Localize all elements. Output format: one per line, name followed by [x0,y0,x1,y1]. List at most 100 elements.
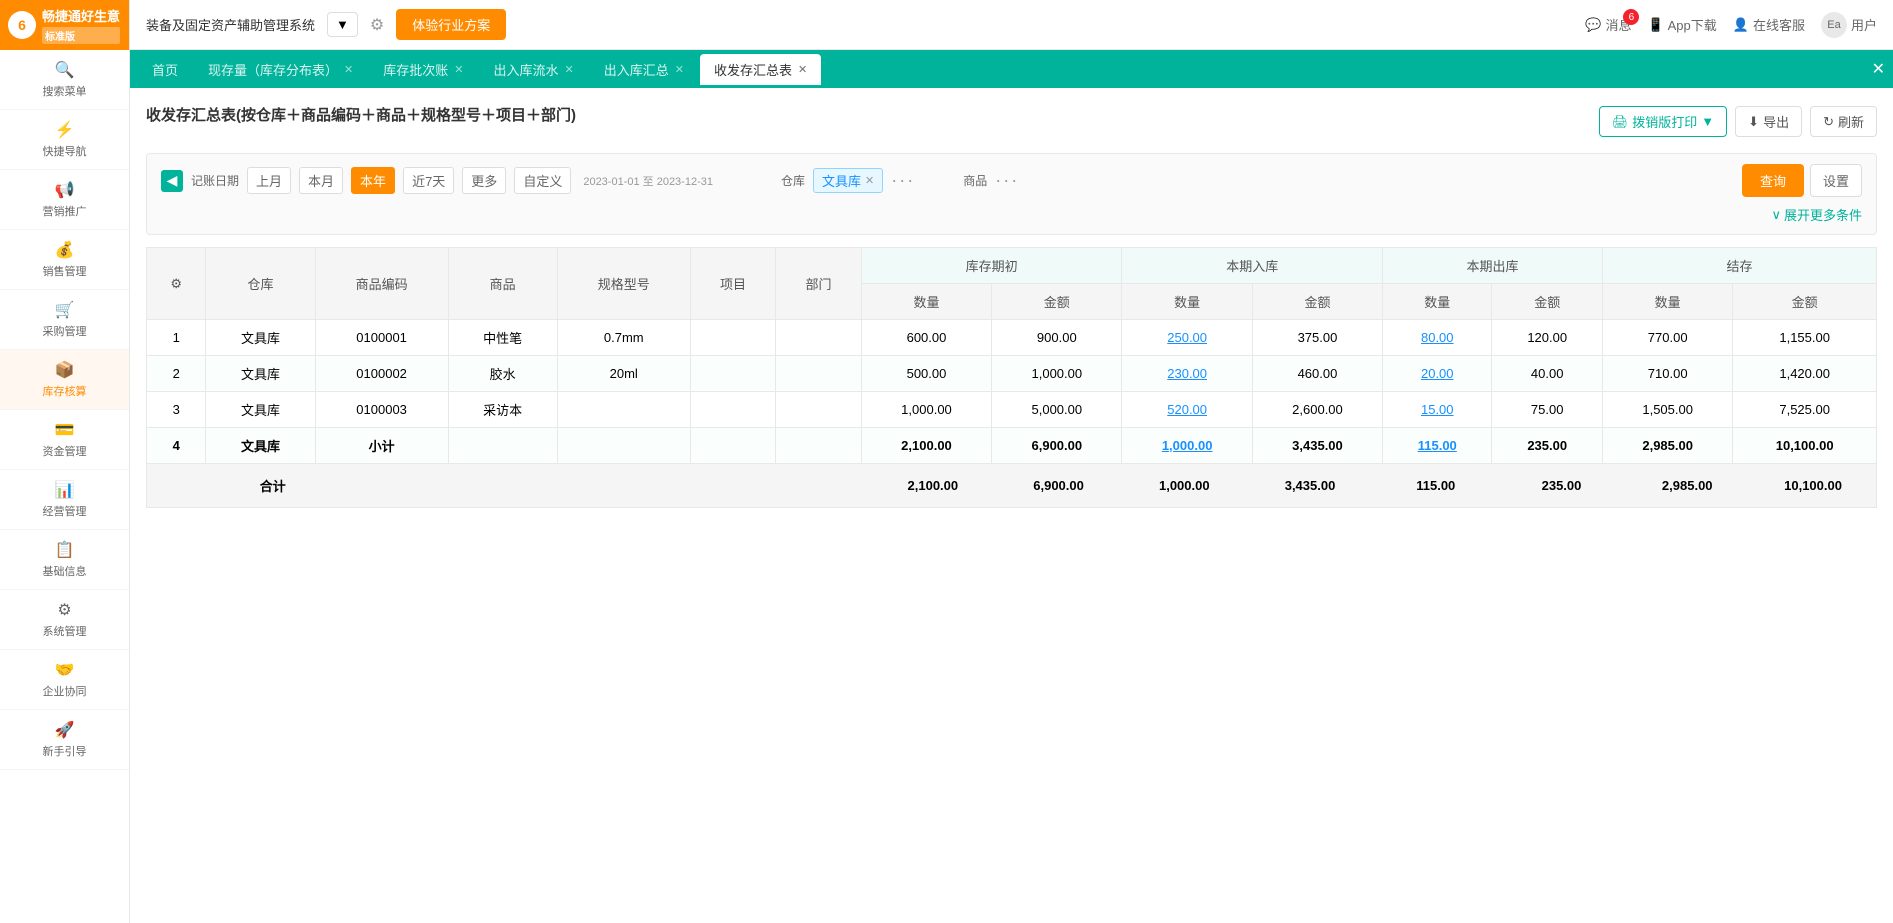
row2-in-amt: 460.00 [1252,356,1382,392]
app-download-label: App下载 [1668,15,1717,34]
date-range-display: 2023-01-01 至 2023-12-31 [583,173,713,189]
table-row: 2 文具库 0100002 胶水 20ml 500.00 1,000.00 23… [147,356,1877,392]
date-btn-7days[interactable]: 近7天 [403,167,454,194]
search-icon: 🔍 [55,60,75,80]
date-btn-custom[interactable]: 自定义 [514,167,571,194]
quicknav-icon: ⚡ [55,120,75,140]
app-download-item[interactable]: 📱 App下载 [1647,15,1716,34]
warehouse-tag-close[interactable]: ✕ [865,174,874,187]
tab-inventory-dist-close[interactable]: ✕ [344,63,353,76]
row3-out-qty[interactable]: 15.00 [1383,392,1492,428]
query-button[interactable]: 查询 [1742,164,1804,197]
sidebar-item-marketing[interactable]: 📢 营销推广 [0,170,129,230]
user-label: 用户 [1851,15,1877,34]
tab-inout-flow[interactable]: 出入库流水 ✕ [479,54,587,85]
refresh-button[interactable]: ↻ 刷新 [1810,106,1877,137]
sidebar-item-finance-label: 资金管理 [43,443,87,459]
sidebar-item-search[interactable]: 🔍 搜索菜单 [0,50,129,110]
marketing-icon: 📢 [55,180,75,200]
refresh-icon: ↻ [1823,114,1834,130]
sidebar-item-inventory[interactable]: 📦 库存核算 [0,350,129,410]
row2-out-qty[interactable]: 20.00 [1383,356,1492,392]
sidebar-item-quicknav[interactable]: ⚡ 快捷导航 [0,110,129,170]
sidebar-item-operation-label: 经营管理 [43,503,87,519]
subtotal-in-qty[interactable]: 1,000.00 [1122,428,1252,464]
chevron-down-expand-icon: ∨ [1771,207,1781,223]
gear-settings-icon[interactable]: ⚙ [370,15,384,35]
row3-index: 3 [147,392,206,428]
subtotal-label: 小计 [315,428,448,464]
row2-spec: 20ml [557,356,690,392]
warehouse-more-btn[interactable]: ··· [891,170,915,191]
tab-home-label: 首页 [152,60,178,79]
sidebar-item-search-label: 搜索菜单 [43,83,87,99]
tab-inout-summary[interactable]: 出入库汇总 ✕ [590,54,698,85]
tab-batch-account[interactable]: 库存批次账 ✕ [369,54,477,85]
sidebar-item-finance[interactable]: 💳 资金管理 [0,410,129,470]
date-btn-more[interactable]: 更多 [462,167,506,194]
row1-out-amt: 120.00 [1492,320,1603,356]
sidebar-item-guide[interactable]: 🚀 新手引导 [0,710,129,770]
tab-bar-close-btn[interactable]: ✕ [1872,59,1885,79]
tab-inout-summary-close[interactable]: ✕ [675,63,684,76]
message-icon: 💬 [1585,17,1601,33]
row3-in-amt: 2,600.00 [1252,392,1382,428]
filter-collapse-arrow[interactable]: ◀ [161,170,183,192]
service-icon: 👤 [1733,17,1749,33]
row1-opening-amt: 900.00 [992,320,1122,356]
tab-inout-flow-close[interactable]: ✕ [565,63,574,76]
sidebar-item-system[interactable]: ⚙ 系统管理 [0,590,129,650]
expand-conditions-btn[interactable]: ∨ 展开更多条件 [1771,205,1862,224]
date-filter-label: 记账日期 [191,172,239,189]
logo-tag: 标准版 [42,27,120,44]
date-btn-this-year[interactable]: 本年 [351,167,395,194]
tab-bar: 首页 现存量（库存分布表） ✕ 库存批次账 ✕ 出入库流水 ✕ 出入库汇总 ✕ … [130,50,1893,88]
setting-button[interactable]: 设置 [1810,164,1862,197]
th-name: 商品 [448,248,557,320]
system-select[interactable]: ▼ [327,12,358,37]
online-service-item[interactable]: 👤 在线客服 [1733,15,1805,34]
sidebar: 6 畅捷通好生意 标准版 🔍 搜索菜单 ⚡ 快捷导航 📢 营销推广 💰 销售管理… [0,0,130,923]
sidebar-nav: 🔍 搜索菜单 ⚡ 快捷导航 📢 营销推广 💰 销售管理 🛒 采购管理 📦 库存核… [0,50,129,923]
subtotal-index: 4 [147,428,206,464]
row2-code: 0100002 [315,356,448,392]
sidebar-item-operation[interactable]: 📊 经营管理 [0,470,129,530]
tab-batch-account-close[interactable]: ✕ [454,63,463,76]
th-gear[interactable]: ⚙ [147,248,206,320]
tab-stock-summary-close[interactable]: ✕ [798,63,807,76]
row2-in-qty[interactable]: 230.00 [1122,356,1252,392]
trial-button[interactable]: 体验行业方案 [396,9,506,40]
export-button[interactable]: ⬇ 导出 [1735,106,1802,137]
goods-filter-label: 商品 [963,172,987,189]
messages-item[interactable]: 💬 消息 6 [1585,15,1631,34]
date-btn-this-month[interactable]: 本月 [299,167,343,194]
row1-out-qty[interactable]: 80.00 [1383,320,1492,356]
tab-inventory-dist[interactable]: 现存量（库存分布表） ✕ [194,54,367,85]
th-warehouse: 仓库 [206,248,315,320]
tab-stock-summary[interactable]: 收发存汇总表 ✕ [700,54,821,85]
inventory-icon: 📦 [55,360,75,380]
print-icon: 🖨 [1612,114,1629,130]
user-item[interactable]: Ea 用户 [1821,12,1877,38]
sidebar-item-sales[interactable]: 💰 销售管理 [0,230,129,290]
date-btn-prev-month[interactable]: 上月 [247,167,291,194]
row1-in-qty[interactable]: 250.00 [1122,320,1252,356]
sidebar-item-enterprise[interactable]: 🤝 企业协同 [0,650,129,710]
goods-more-btn[interactable]: ··· [995,170,1019,191]
subtotal-out-qty[interactable]: 115.00 [1383,428,1492,464]
th-closing-group: 结存 [1603,248,1877,284]
row3-warehouse: 文具库 [206,392,315,428]
row3-in-qty[interactable]: 520.00 [1122,392,1252,428]
table-row: 3 文具库 0100003 采访本 1,000.00 5,000.00 520.… [147,392,1877,428]
tab-home[interactable]: 首页 [138,54,192,85]
sidebar-item-purchase[interactable]: 🛒 采购管理 [0,290,129,350]
warehouse-tag[interactable]: 文具库 ✕ [813,168,883,193]
sidebar-item-base[interactable]: 📋 基础信息 [0,530,129,590]
footer-empty3 [461,472,587,499]
print-button[interactable]: 🖨 拨销版打印 ▼ [1599,106,1727,137]
row3-closing-qty: 1,505.00 [1603,392,1733,428]
th-project: 项目 [690,248,776,320]
subtotal-in-amt: 3,435.00 [1252,428,1382,464]
sidebar-logo: 6 畅捷通好生意 标准版 [0,0,129,50]
online-service-label: 在线客服 [1753,15,1805,34]
